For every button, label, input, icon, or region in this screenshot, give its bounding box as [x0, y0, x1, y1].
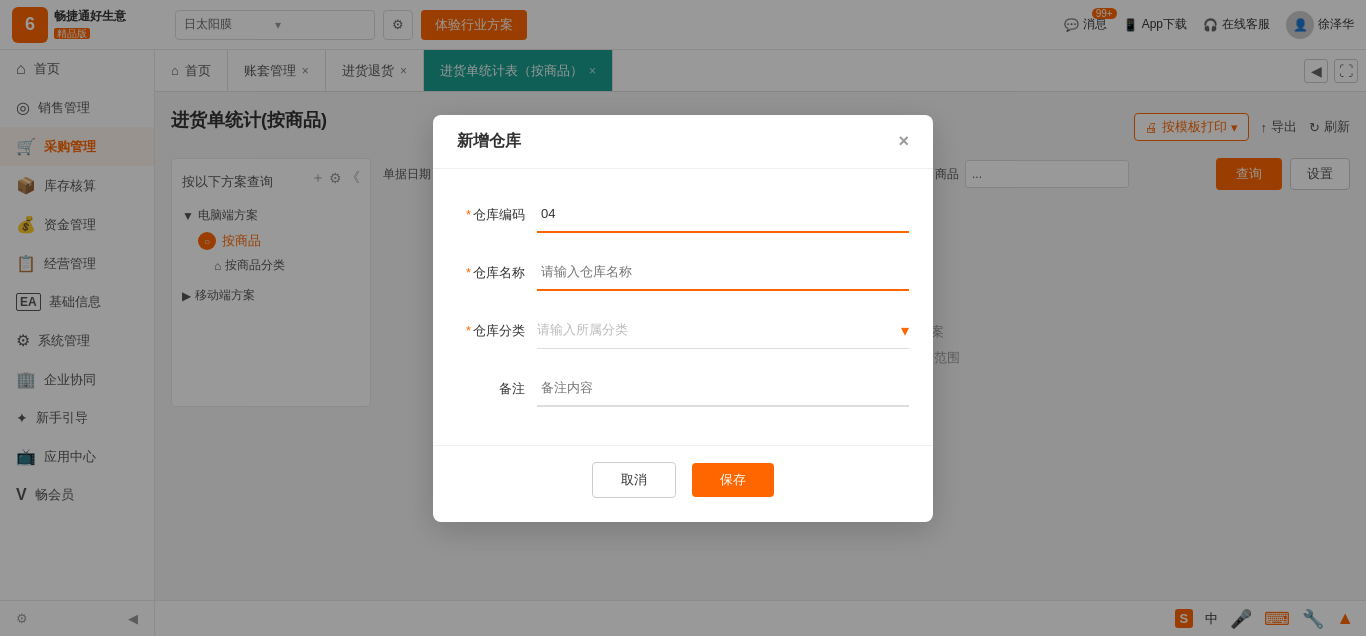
name-field [537, 255, 909, 291]
code-label: 仓库编码 [457, 206, 537, 224]
code-input[interactable] [537, 197, 909, 233]
category-label: 仓库分类 [457, 322, 537, 340]
modal-header: 新增仓库 × [433, 115, 933, 169]
modal-overlay: 新增仓库 × 仓库编码 仓库名称 仓库分类 [0, 0, 1366, 636]
modal-close-button[interactable]: × [898, 131, 909, 152]
form-row-code: 仓库编码 [457, 197, 909, 233]
add-warehouse-modal: 新增仓库 × 仓库编码 仓库名称 仓库分类 [433, 115, 933, 522]
category-field: 请输入所属分类 ▾ [537, 313, 909, 349]
category-select[interactable]: 请输入所属分类 ▾ [537, 313, 909, 349]
modal-title: 新增仓库 [457, 131, 521, 152]
modal-footer: 取消 保存 [433, 445, 933, 522]
form-row-name: 仓库名称 [457, 255, 909, 291]
category-placeholder: 请输入所属分类 [537, 321, 628, 339]
remark-label: 备注 [457, 380, 537, 398]
remark-input[interactable] [537, 371, 909, 407]
modal-body: 仓库编码 仓库名称 仓库分类 请输入所属分类 ▾ [433, 169, 933, 445]
remark-field [537, 371, 909, 407]
form-row-category: 仓库分类 请输入所属分类 ▾ [457, 313, 909, 349]
cancel-button[interactable]: 取消 [592, 462, 676, 498]
code-field [537, 197, 909, 233]
name-label: 仓库名称 [457, 264, 537, 282]
save-button[interactable]: 保存 [692, 463, 774, 497]
form-row-remark: 备注 [457, 371, 909, 407]
name-input[interactable] [537, 255, 909, 291]
category-arrow-icon: ▾ [901, 321, 909, 340]
